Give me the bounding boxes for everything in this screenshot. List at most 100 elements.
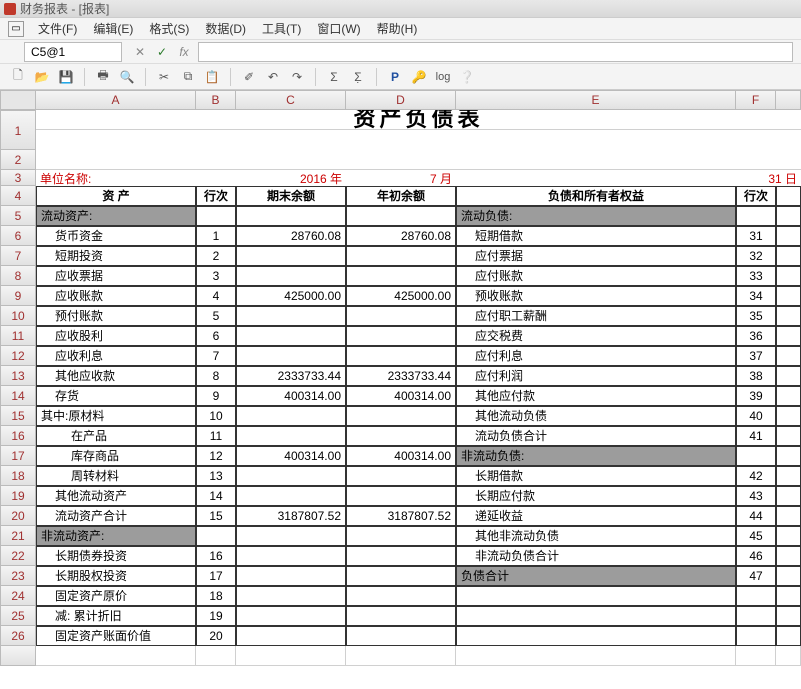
cell[interactable]: 其中:原材料 — [36, 406, 196, 426]
cell[interactable]: 资 产 — [36, 186, 196, 206]
cell[interactable] — [196, 206, 236, 226]
cell[interactable]: 35 — [736, 306, 776, 326]
cancel-icon[interactable]: ✕ — [132, 44, 148, 60]
cell[interactable] — [736, 586, 776, 606]
cell[interactable] — [776, 406, 801, 426]
cell-reference[interactable]: C5@1 — [24, 42, 122, 62]
log-icon[interactable]: log — [433, 67, 453, 87]
menu-window[interactable]: 窗口(W) — [309, 18, 368, 40]
cell[interactable]: 40 — [736, 406, 776, 426]
cell[interactable]: 应付票据 — [456, 246, 736, 266]
cell[interactable]: 1 — [196, 226, 236, 246]
cell[interactable]: 其他应付款 — [456, 386, 736, 406]
brush-icon[interactable]: ✐ — [239, 67, 259, 87]
cell[interactable]: 其他应收款 — [36, 366, 196, 386]
cell[interactable]: 9 — [196, 386, 236, 406]
cell[interactable]: 28760.08 — [236, 226, 346, 246]
cell[interactable]: 应付利息 — [456, 346, 736, 366]
row-header[interactable]: 13 — [0, 366, 36, 386]
cell[interactable]: 资产负债表 — [36, 110, 801, 130]
cell[interactable]: 周转材料 — [36, 466, 196, 486]
cell[interactable]: 负债合计 — [456, 566, 736, 586]
cell[interactable] — [776, 366, 801, 386]
row-header[interactable]: 23 — [0, 566, 36, 586]
cell[interactable] — [346, 486, 456, 506]
cell[interactable]: 44 — [736, 506, 776, 526]
cell[interactable] — [776, 386, 801, 406]
cell[interactable] — [346, 346, 456, 366]
cell[interactable]: 45 — [736, 526, 776, 546]
cell[interactable] — [776, 326, 801, 346]
cell[interactable]: 46 — [736, 546, 776, 566]
cell[interactable]: 28760.08 — [346, 226, 456, 246]
row-header[interactable]: 1 — [0, 110, 36, 150]
cell[interactable] — [346, 546, 456, 566]
cell[interactable]: 15 — [196, 506, 236, 526]
cell[interactable] — [736, 626, 776, 646]
cell[interactable]: 11 — [196, 426, 236, 446]
row-header[interactable]: 6 — [0, 226, 36, 246]
select-all-corner[interactable] — [0, 90, 36, 110]
cell[interactable]: 长期借款 — [456, 466, 736, 486]
cell[interactable] — [736, 206, 776, 226]
cell[interactable]: 非流动负债合计 — [456, 546, 736, 566]
cell[interactable]: 39 — [736, 386, 776, 406]
cell[interactable]: 负债和所有者权益 — [456, 186, 736, 206]
cell[interactable]: 400314.00 — [346, 386, 456, 406]
cell[interactable] — [776, 446, 801, 466]
row-header[interactable]: 19 — [0, 486, 36, 506]
cell[interactable] — [346, 246, 456, 266]
cell[interactable]: 应收账款 — [36, 286, 196, 306]
cell[interactable] — [36, 150, 801, 170]
col-header[interactable] — [776, 90, 801, 110]
cell[interactable]: 行次 — [736, 186, 776, 206]
cell[interactable]: 18 — [196, 586, 236, 606]
cell[interactable]: 36 — [736, 326, 776, 346]
col-header[interactable]: A — [36, 90, 196, 110]
cell[interactable] — [236, 266, 346, 286]
cell[interactable]: 32 — [736, 246, 776, 266]
cell[interactable]: 17 — [196, 566, 236, 586]
new-icon[interactable]: 🗋 — [8, 67, 28, 87]
cell[interactable] — [776, 626, 801, 646]
cell[interactable]: 10 — [196, 406, 236, 426]
cell[interactable]: 长期股权投资 — [36, 566, 196, 586]
menu-data[interactable]: 数据(D) — [197, 18, 254, 40]
cell[interactable] — [776, 526, 801, 546]
cell[interactable] — [456, 646, 736, 666]
cell[interactable]: 16 — [196, 546, 236, 566]
row-header[interactable]: 3 — [0, 170, 36, 186]
cell[interactable] — [776, 586, 801, 606]
cell[interactable]: 5 — [196, 306, 236, 326]
cell[interactable]: 43 — [736, 486, 776, 506]
cell[interactable] — [236, 346, 346, 366]
spreadsheet[interactable]: ABCDEF 123456789101112131415161718192021… — [0, 90, 801, 689]
cell[interactable]: 400314.00 — [346, 446, 456, 466]
cell[interactable]: 行次 — [196, 186, 236, 206]
cell[interactable] — [776, 606, 801, 626]
cell[interactable]: 7 — [196, 346, 236, 366]
cell[interactable] — [236, 306, 346, 326]
cell[interactable] — [346, 606, 456, 626]
row-header[interactable]: 2 — [0, 150, 36, 170]
cell[interactable] — [776, 546, 801, 566]
cell[interactable] — [36, 646, 196, 666]
cell[interactable]: 非流动负债: — [456, 446, 736, 466]
cell[interactable] — [776, 646, 801, 666]
cell[interactable] — [456, 626, 736, 646]
cell[interactable]: 流动负债合计 — [456, 426, 736, 446]
row-header[interactable]: 14 — [0, 386, 36, 406]
cell[interactable] — [346, 266, 456, 286]
cell[interactable] — [346, 466, 456, 486]
cell[interactable]: 其他非流动负债 — [456, 526, 736, 546]
cell[interactable]: 非流动资产: — [36, 526, 196, 546]
cell[interactable]: 应交税费 — [456, 326, 736, 346]
row-header[interactable]: 10 — [0, 306, 36, 326]
save-icon[interactable]: 💾 — [56, 67, 76, 87]
cell[interactable]: 47 — [736, 566, 776, 586]
cell[interactable]: 期末余额 — [236, 186, 346, 206]
row-header[interactable]: 11 — [0, 326, 36, 346]
cell[interactable] — [236, 546, 346, 566]
cell[interactable]: 34 — [736, 286, 776, 306]
cell[interactable]: 2333733.44 — [236, 366, 346, 386]
